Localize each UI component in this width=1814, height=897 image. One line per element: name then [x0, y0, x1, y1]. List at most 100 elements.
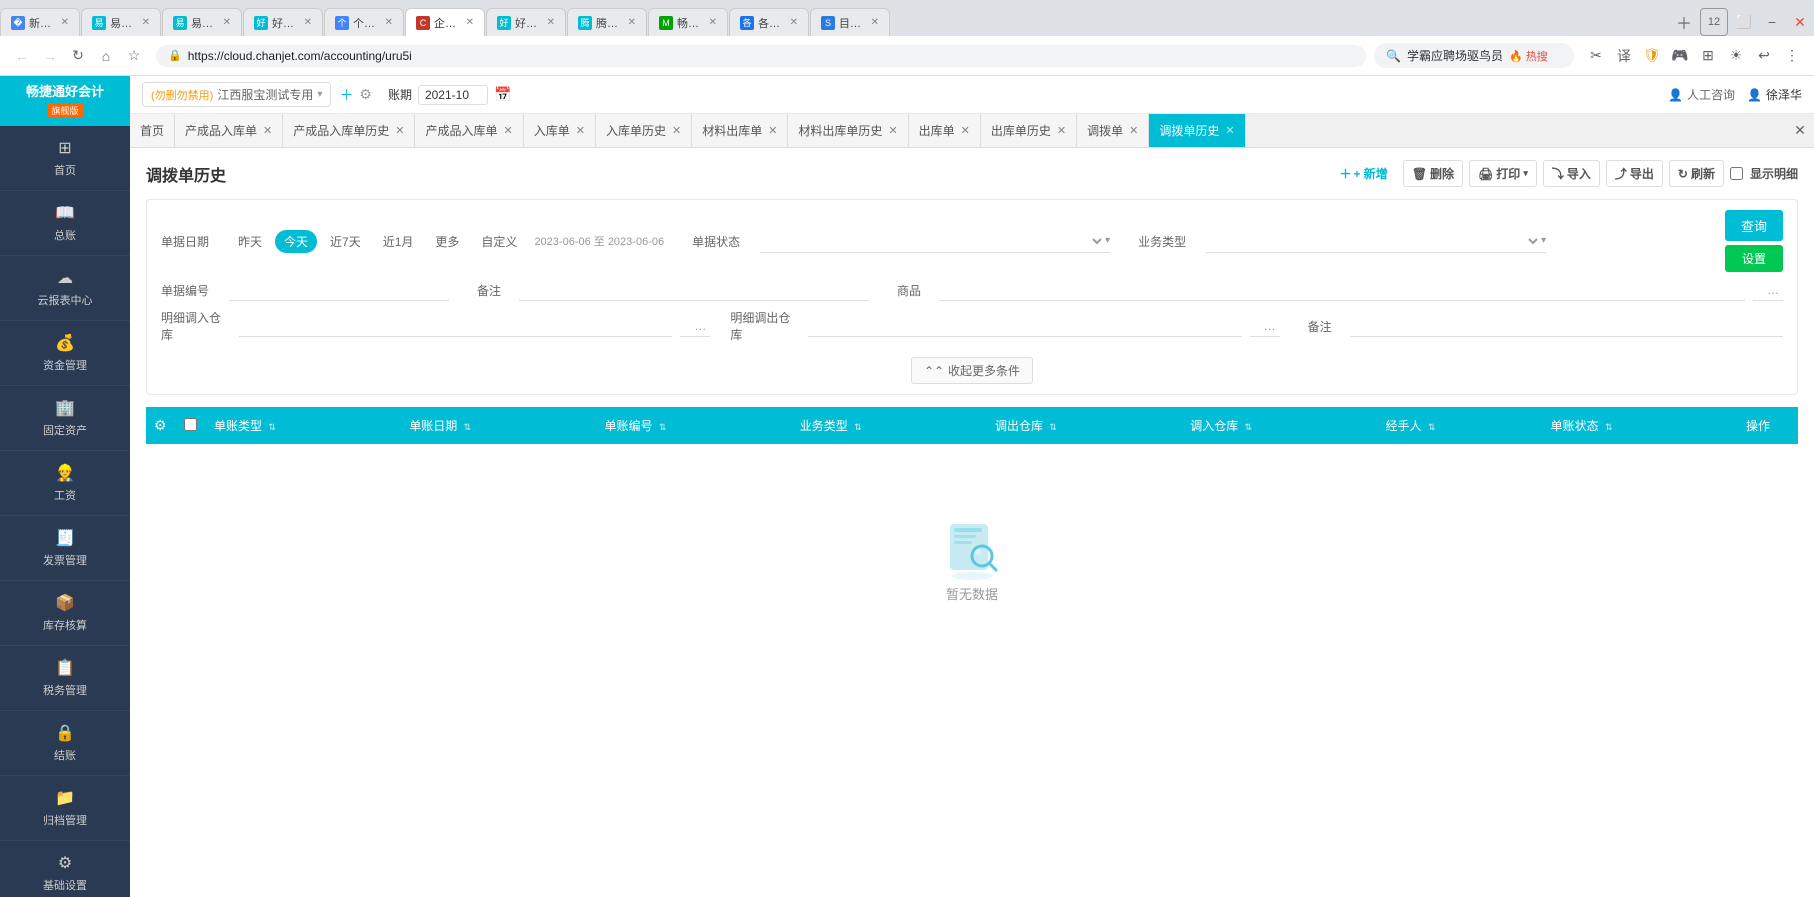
app-tab-close-material_out_history[interactable]: ✕: [888, 124, 897, 137]
search-text[interactable]: 学霸应聘场驱鸟员: [1407, 47, 1503, 64]
menu-button[interactable]: ⋮: [1778, 42, 1806, 70]
select-all-checkbox[interactable]: [184, 418, 197, 431]
export-button[interactable]: ⤴ 导出: [1606, 160, 1663, 187]
settings-button[interactable]: 设置: [1725, 245, 1783, 272]
browser-tab-tab4[interactable]: 好好…✕: [243, 8, 323, 36]
tab-count-button[interactable]: 12: [1700, 8, 1728, 36]
browser-tab-tab2[interactable]: 易易…✕: [81, 8, 161, 36]
order-no-input[interactable]: [229, 280, 449, 301]
add-button[interactable]: ＋ + 新增: [1330, 160, 1396, 187]
print-button[interactable]: 🖨 打印 ▾: [1469, 160, 1537, 187]
home-button[interactable]: ⌂: [92, 42, 120, 70]
display-toggle-checkbox[interactable]: [1730, 167, 1743, 180]
th-no[interactable]: 单账编号 ⇅: [597, 407, 792, 444]
app-tab-close-in_order[interactable]: ✕: [576, 124, 585, 137]
translate-button[interactable]: 译: [1610, 42, 1638, 70]
table-settings-icon[interactable]: ⚙: [154, 417, 167, 433]
app-tab-product_in[interactable]: 产成品入库单✕: [175, 114, 283, 148]
bookmark-button[interactable]: ☆: [120, 42, 148, 70]
th-checkbox[interactable]: [176, 407, 206, 444]
browser-tab-tab5[interactable]: 个个…✕: [324, 8, 404, 36]
biz-type-select-input[interactable]: [1206, 233, 1541, 249]
add-company-btn[interactable]: ＋: [339, 85, 353, 105]
sidebar-item-settings[interactable]: ⚙基础设置: [0, 841, 130, 897]
sidebar-item-assets[interactable]: 🏢固定资产: [0, 386, 130, 451]
app-tab-transfer[interactable]: 调拨单✕: [1077, 114, 1149, 148]
browser-tab-tab10[interactable]: 各各…✕: [729, 8, 809, 36]
th-type[interactable]: 单账类型 ⇅: [206, 407, 401, 444]
refresh-button[interactable]: ↻ 刷新: [1669, 160, 1724, 187]
app-tab-close-product_in[interactable]: ✕: [263, 124, 272, 137]
settings-header-btn[interactable]: ⚙: [359, 86, 372, 103]
remark2-input[interactable]: [1350, 316, 1783, 337]
from-wh-input[interactable]: [239, 316, 672, 337]
to-wh-more-btn[interactable]: …: [1250, 316, 1280, 337]
goods-input[interactable]: [939, 280, 1745, 301]
date-pill-today[interactable]: 今天: [275, 230, 317, 253]
app-tab-close-in_history[interactable]: ✕: [672, 124, 681, 137]
date-pill-7days[interactable]: 近7天: [321, 230, 370, 253]
app-tab-out_order[interactable]: 出库单✕: [909, 114, 981, 148]
app-tab-in_order[interactable]: 入库单✕: [524, 114, 596, 148]
app-tab-material_out_history[interactable]: 材料出库单历史✕: [788, 114, 908, 148]
app-tab-material_out[interactable]: 材料出库单✕: [692, 114, 788, 148]
app-tab-close-out_order[interactable]: ✕: [961, 124, 970, 137]
app-tab-close-out_history[interactable]: ✕: [1057, 124, 1066, 137]
app-tab-close-product_in2[interactable]: ✕: [504, 124, 513, 137]
date-pill-yesterday[interactable]: 昨天: [229, 230, 271, 253]
th-date[interactable]: 单账日期 ⇅: [401, 407, 596, 444]
app-tab-out_history[interactable]: 出库单历史✕: [981, 114, 1077, 148]
sidebar-item-reports[interactable]: ☁云报表中心: [0, 256, 130, 321]
from-wh-more-btn[interactable]: …: [680, 316, 710, 337]
sidebar-logo[interactable]: 畅捷通好会计 旗舰版: [0, 76, 130, 126]
collapse-button[interactable]: ⌃⌃ 收起更多条件: [911, 357, 1033, 384]
sidebar-item-home[interactable]: ⊞首页: [0, 126, 130, 191]
history-forward-button[interactable]: ↩: [1750, 42, 1778, 70]
app-tab-close-transfer[interactable]: ✕: [1129, 124, 1138, 137]
browser-tab-tab1[interactable]: �新…✕: [0, 8, 80, 36]
customer-service-btn[interactable]: 👤 人工咨询: [1668, 86, 1735, 103]
reload-button[interactable]: ↻: [64, 42, 92, 70]
address-bar[interactable]: 🔒 https://cloud.chanjet.com/accounting/u…: [156, 45, 1366, 67]
restore-window-button[interactable]: ⬜: [1730, 8, 1758, 36]
biz-type-select[interactable]: ▾: [1206, 230, 1546, 253]
close-all-tabs-btn[interactable]: ✕: [1786, 122, 1814, 139]
browser-tab-tab7[interactable]: 好好…✕: [486, 8, 566, 36]
browser-tab-tab6[interactable]: C企…✕: [405, 8, 485, 36]
company-selector[interactable]: (勿删勿禁用) 江西服宝测试专用 ▾: [142, 82, 331, 107]
sidebar-item-closing[interactable]: 🔒结账: [0, 711, 130, 776]
th-status[interactable]: 单账状态 ⇅: [1543, 407, 1738, 444]
app-tab-in_history[interactable]: 入库单历史✕: [596, 114, 692, 148]
browser-tab-tab11[interactable]: S目…✕: [810, 8, 890, 36]
user-profile-btn[interactable]: 👤 徐泽华: [1747, 86, 1802, 103]
remark-input[interactable]: [519, 280, 869, 301]
sidebar-item-invoice[interactable]: 🧾发票管理: [0, 516, 130, 581]
back-button[interactable]: ←: [8, 42, 36, 70]
status-filter-select[interactable]: ▾: [760, 230, 1110, 253]
app-tab-transfer_history[interactable]: 调拨单历史✕: [1149, 114, 1245, 148]
sidebar-item-inventory[interactable]: 📦库存核算: [0, 581, 130, 646]
close-window-button[interactable]: ✕: [1786, 8, 1814, 36]
th-to-wh[interactable]: 调入仓库 ⇅: [1182, 407, 1377, 444]
app-tab-close-product_in_history[interactable]: ✕: [395, 124, 404, 137]
date-pill-1month[interactable]: 近1月: [374, 230, 423, 253]
date-pill-more[interactable]: 更多: [426, 230, 468, 253]
browser-tab-tab8[interactable]: 腾腾…✕: [567, 8, 647, 36]
date-pill-custom[interactable]: 自定义: [472, 230, 526, 253]
period-input[interactable]: [418, 85, 488, 105]
calendar-icon[interactable]: 📅: [494, 86, 511, 103]
sidebar-item-tax[interactable]: 📋税务管理: [0, 646, 130, 711]
browser-tab-tab3[interactable]: 易易…✕: [162, 8, 242, 36]
query-button[interactable]: 查询: [1725, 210, 1783, 241]
app-tab-product_in2[interactable]: 产成品入库单✕: [415, 114, 523, 148]
sidebar-item-archive[interactable]: 📁归档管理: [0, 776, 130, 841]
new-tab-button[interactable]: ＋: [1670, 8, 1698, 36]
app-tab-close-material_out[interactable]: ✕: [768, 124, 777, 137]
th-settings[interactable]: ⚙: [146, 407, 176, 444]
sidebar-item-wages[interactable]: 👷工资: [0, 451, 130, 516]
to-wh-input[interactable]: [808, 316, 1241, 337]
import-button[interactable]: ⤵ 导入: [1543, 160, 1600, 187]
minimize-button[interactable]: −: [1758, 8, 1786, 36]
th-from-wh[interactable]: 调出仓库 ⇅: [987, 407, 1182, 444]
grid-button[interactable]: ⊞: [1694, 42, 1722, 70]
